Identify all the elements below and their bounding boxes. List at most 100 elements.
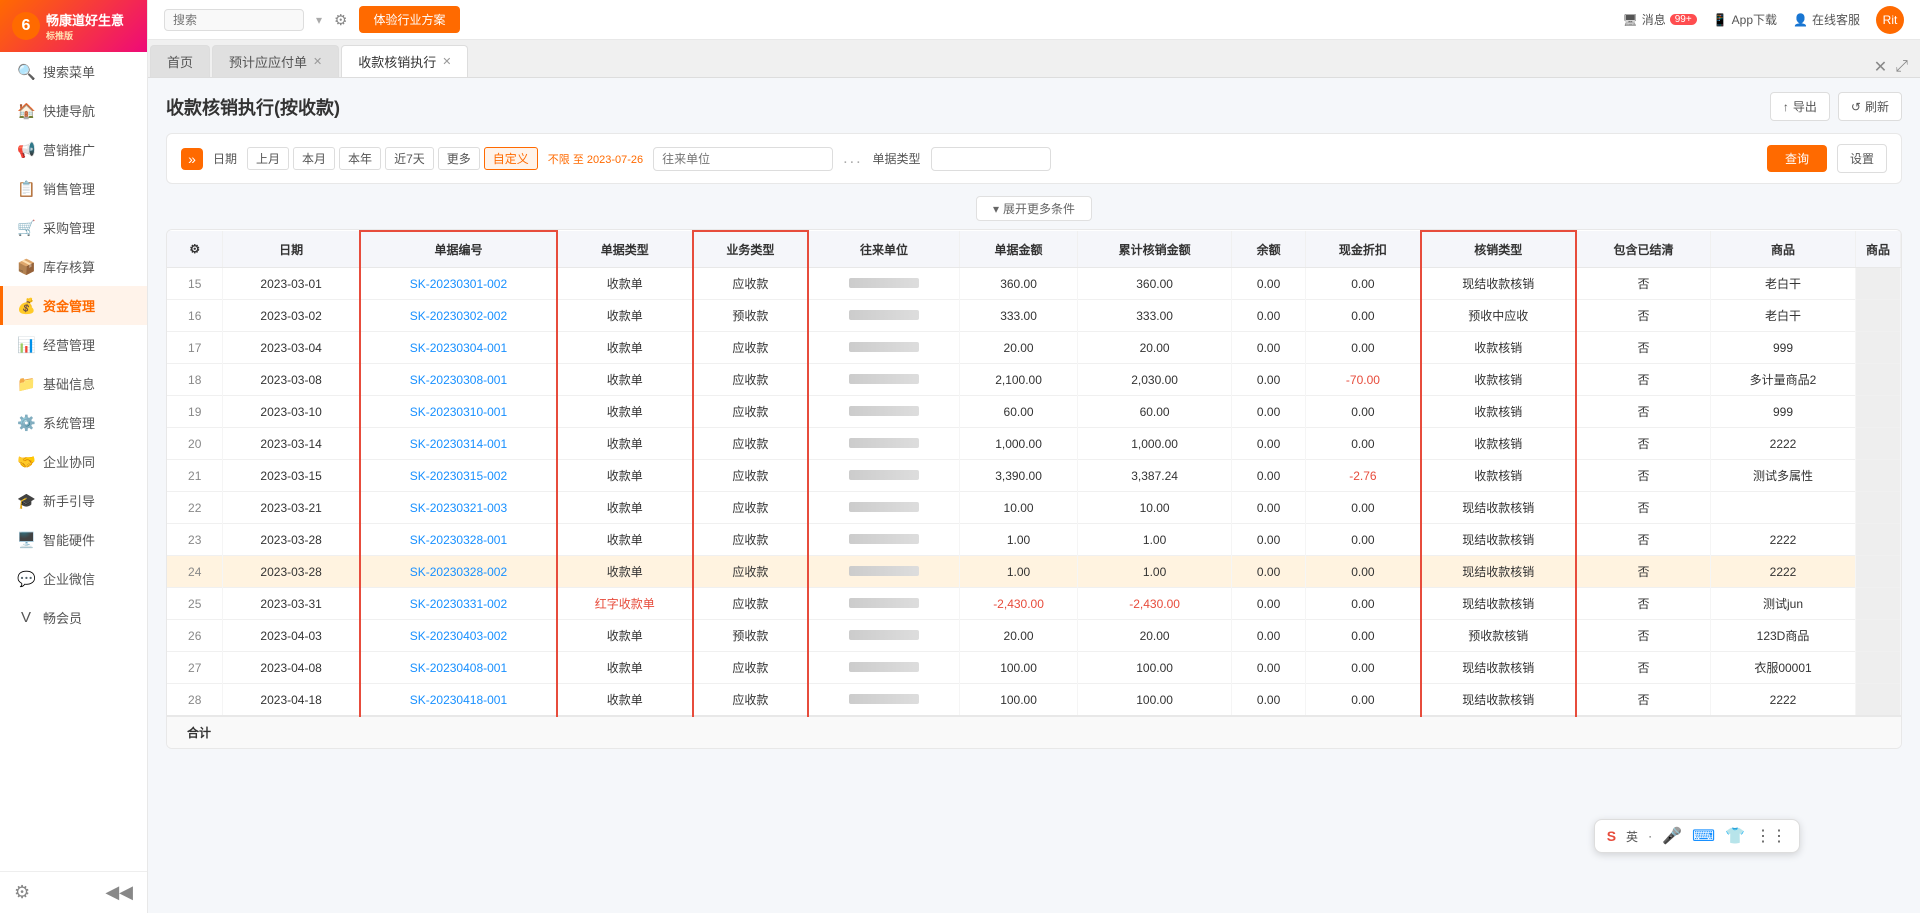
date-cell: 2023-04-08 (223, 652, 360, 684)
sidebar-item-system[interactable]: ⚙️ 系统管理 (0, 403, 147, 442)
search-input[interactable] (164, 9, 304, 31)
doc-amount-cell: 20.00 (959, 332, 1077, 364)
this-month-button[interactable]: 本月 (293, 147, 335, 170)
sidebar-item-enterprise[interactable]: 🤝 企业协同 (0, 442, 147, 481)
sidebar-item-label: 搜索菜单 (43, 62, 95, 81)
app-download-button[interactable]: 📱 App下载 (1713, 11, 1777, 28)
write-off-type-cell: 现结收款核销 (1421, 588, 1576, 620)
filter-settings-button[interactable]: 设置 (1837, 144, 1887, 173)
doc-no-cell[interactable]: SK-20230310-001 (360, 396, 557, 428)
sidebar-item-inventory[interactable]: 📦 库存核算 (0, 247, 147, 286)
tab-collection[interactable]: 收款核销执行 ✕ (341, 45, 468, 77)
sidebar-item-member[interactable]: V 畅会员 (0, 598, 147, 637)
doc-no-cell[interactable]: SK-20230302-002 (360, 300, 557, 332)
apps-icon[interactable]: ⋮⋮ (1755, 826, 1787, 846)
more-dates-button[interactable]: 更多 (438, 147, 480, 170)
sidebar-item-marketing[interactable]: 📢 营销推广 (0, 130, 147, 169)
sidebar-item-sales[interactable]: 📋 销售管理 (0, 169, 147, 208)
doc-type-cell: 收款单 (557, 620, 692, 652)
last-7days-button[interactable]: 近7天 (385, 147, 434, 170)
accum-amount-cell: 1,000.00 (1078, 428, 1232, 460)
balance-cell: 0.00 (1231, 588, 1305, 620)
table-row: 252023-03-31SK-20230331-002红字收款单应收款-2,43… (167, 588, 1901, 620)
tab-collection-close[interactable]: ✕ (442, 55, 451, 68)
sidebar-item-label: 企业协同 (43, 452, 95, 471)
table-row: 152023-03-01SK-20230301-002收款单应收款360.003… (167, 268, 1901, 300)
write-off-type-cell: 现结收款核销 (1421, 652, 1576, 684)
doc-no-cell[interactable]: SK-20230408-001 (360, 652, 557, 684)
goods2-cell (1855, 268, 1900, 300)
doc-type-cell: 收款单 (557, 524, 692, 556)
doc-type-cell: 红字收款单 (557, 588, 692, 620)
cash-discount-cell: 0.00 (1306, 588, 1421, 620)
export-button[interactable]: ↑ 导出 (1770, 92, 1830, 121)
biz-type-cell: 应收款 (693, 460, 809, 492)
balance-cell: 0.00 (1231, 364, 1305, 396)
settings-icon[interactable]: ⚙ (14, 882, 30, 903)
tab-home[interactable]: 首页 (150, 45, 210, 77)
doc-no-cell[interactable]: SK-20230304-001 (360, 332, 557, 364)
write-off-type-cell: 现结收款核销 (1421, 524, 1576, 556)
doc-type-cell: 收款单 (557, 268, 692, 300)
doc-no-cell[interactable]: SK-20230321-003 (360, 492, 557, 524)
sidebar-item-wechat[interactable]: 💬 企业微信 (0, 559, 147, 598)
include-settled-cell: 否 (1576, 620, 1711, 652)
this-year-button[interactable]: 本年 (339, 147, 381, 170)
doc-no-cell[interactable]: SK-20230314-001 (360, 428, 557, 460)
tab-pending-close[interactable]: ✕ (313, 55, 322, 68)
sidebar-item-basic[interactable]: 📁 基础信息 (0, 364, 147, 403)
custom-date-button[interactable]: 自定义 (484, 147, 538, 170)
balance-cell: 0.00 (1231, 460, 1305, 492)
sidebar-item-purchase[interactable]: 🛒 采购管理 (0, 208, 147, 247)
doc-no-cell[interactable]: SK-20230328-001 (360, 524, 557, 556)
collapse-icon[interactable]: ◀◀ (105, 882, 133, 903)
sidebar-item-operations[interactable]: 📊 经营管理 (0, 325, 147, 364)
goods-cell: 测试jun (1711, 588, 1856, 620)
sidebar-item-finance[interactable]: 💰 资金管理 (0, 286, 147, 325)
doc-no-cell[interactable]: SK-20230331-002 (360, 588, 557, 620)
doc-no-cell[interactable]: SK-20230315-002 (360, 460, 557, 492)
cash-discount-cell: 0.00 (1306, 268, 1421, 300)
more-options-icon[interactable]: ... (843, 150, 862, 168)
partner-filter-input[interactable] (653, 147, 833, 171)
sidebar-item-label: 销售管理 (43, 179, 95, 198)
operations-icon: 📊 (17, 336, 35, 354)
gear-icon[interactable]: ⚙ (334, 11, 347, 29)
mic-icon[interactable]: 🎤 (1662, 826, 1682, 846)
accum-amount-cell: -2,430.00 (1078, 588, 1232, 620)
doc-no-cell[interactable]: SK-20230301-002 (360, 268, 557, 300)
sidebar-item-label: 基础信息 (43, 374, 95, 393)
sidebar-item-search[interactable]: 🔍 搜索菜单 (0, 52, 147, 91)
maximize-icon[interactable]: ⤢ (1895, 58, 1908, 76)
search-button[interactable]: 查询 (1767, 145, 1827, 172)
sogou-label: 英 (1626, 828, 1638, 845)
messages-button[interactable]: 🖥 消息 99+ (1623, 11, 1697, 28)
doc-no-cell[interactable]: SK-20230403-002 (360, 620, 557, 652)
include-settled-cell: 否 (1576, 396, 1711, 428)
date-cell: 2023-03-21 (223, 492, 360, 524)
refresh-button[interactable]: ↺ 刷新 (1838, 92, 1902, 121)
online-support-button[interactable]: 👤 在线客服 (1793, 11, 1860, 28)
sidebar-item-label: 经营管理 (43, 335, 95, 354)
sidebar-item-guide[interactable]: 🎓 新手引导 (0, 481, 147, 520)
filter-toggle-button[interactable]: » (181, 148, 203, 170)
col-settings[interactable]: ⚙ (167, 231, 223, 268)
doc-no-cell[interactable]: SK-20230328-002 (360, 556, 557, 588)
shirt-icon[interactable]: 👕 (1725, 826, 1745, 846)
table-row: 202023-03-14SK-20230314-001收款单应收款1,000.0… (167, 428, 1901, 460)
keyboard-icon[interactable]: ⌨ (1692, 826, 1715, 846)
logo-text: 畅康道好生意 标推版 (46, 10, 124, 42)
last-month-button[interactable]: 上月 (247, 147, 289, 170)
doc-no-cell[interactable]: SK-20230308-001 (360, 364, 557, 396)
col-goods2: 商品 (1855, 231, 1900, 268)
sidebar-item-quicknav[interactable]: 🏠 快捷导航 (0, 91, 147, 130)
user-avatar[interactable]: Rit (1876, 6, 1904, 34)
sidebar-item-hardware[interactable]: 🖥️ 智能硬件 (0, 520, 147, 559)
doc-no-cell[interactable]: SK-20230418-001 (360, 684, 557, 717)
tab-pending[interactable]: 预计应应付单 ✕ (212, 45, 339, 77)
expand-conditions-button[interactable]: ▾ 展开更多条件 (976, 196, 1092, 221)
close-window-icon[interactable]: ✕ (1874, 57, 1887, 77)
topbar-right: 🖥 消息 99+ 📱 App下载 👤 在线客服 Rit (1623, 6, 1905, 34)
doc-type-select[interactable] (931, 147, 1051, 171)
industry-solution-button[interactable]: 体验行业方案 (359, 6, 459, 33)
